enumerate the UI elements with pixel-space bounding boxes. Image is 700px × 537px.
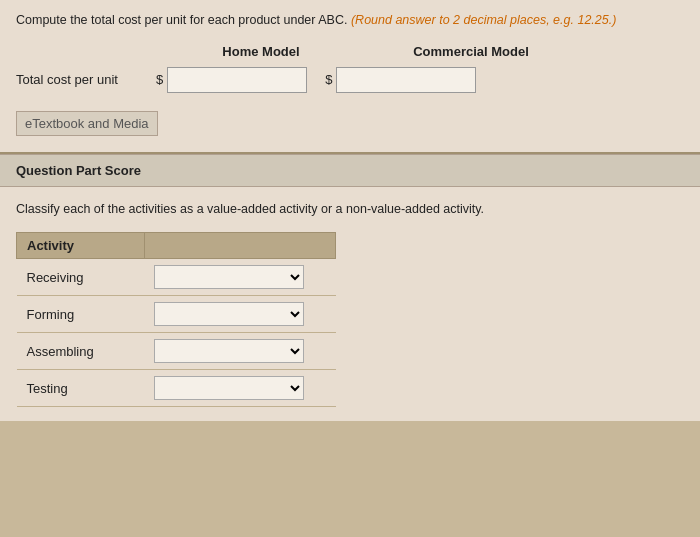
classify-instruction: Classify each of the activities as a val… <box>16 201 684 219</box>
activity-dropdown-cell-2: Value-added activityNon-value-added acti… <box>144 333 335 370</box>
main-instruction: Compute the total cost per unit for each… <box>16 13 347 27</box>
classification-column-header <box>144 233 335 259</box>
cost-label: Total cost per unit <box>16 72 156 87</box>
instruction-text: Compute the total cost per unit for each… <box>16 12 684 30</box>
activity-name-0: Receiving <box>17 259 145 296</box>
activity-name-3: Testing <box>17 370 145 407</box>
activity-select-2[interactable]: Value-added activityNon-value-added acti… <box>154 339 304 363</box>
activity-name-1: Forming <box>17 296 145 333</box>
question-part-score-label: Question Part Score <box>16 163 141 178</box>
commercial-model-input-group: $ <box>325 67 476 93</box>
bottom-section: Classify each of the activities as a val… <box>0 187 700 422</box>
dollar-sign-1: $ <box>156 72 163 87</box>
question-part-score-section: Question Part Score <box>0 154 700 187</box>
table-row: Receiving Value-added activityNon-value-a… <box>17 259 336 296</box>
table-row: Forming Value-added activityNon-value-add… <box>17 296 336 333</box>
activity-table-body: Receiving Value-added activityNon-value-a… <box>17 259 336 407</box>
commercial-model-cost-input[interactable] <box>336 67 476 93</box>
activity-dropdown-cell-1: Value-added activityNon-value-added acti… <box>144 296 335 333</box>
activity-table: Activity Receiving Value-added activityNo… <box>16 232 336 407</box>
activity-dropdown-cell-3: Value-added activityNon-value-added acti… <box>144 370 335 407</box>
cost-row: Total cost per unit $ $ <box>16 67 684 93</box>
top-section: Compute the total cost per unit for each… <box>0 0 700 154</box>
model-headers: Home Model Commercial Model <box>176 44 684 59</box>
activity-column-header: Activity <box>17 233 145 259</box>
activity-select-0[interactable]: Value-added activityNon-value-added acti… <box>154 265 304 289</box>
activity-select-3[interactable]: Value-added activityNon-value-added acti… <box>154 376 304 400</box>
table-row: Assembling Value-added activityNon-value-… <box>17 333 336 370</box>
home-model-input-group: $ <box>156 67 307 93</box>
activity-dropdown-cell-0: Value-added activityNon-value-added acti… <box>144 259 335 296</box>
table-header-row: Activity <box>17 233 336 259</box>
home-model-header: Home Model <box>176 44 346 59</box>
instruction-note: (Round answer to 2 decimal places, e.g. … <box>351 13 616 27</box>
dollar-sign-2: $ <box>325 72 332 87</box>
etextbook-link[interactable]: eTextbook and Media <box>16 111 158 136</box>
activity-name-2: Assembling <box>17 333 145 370</box>
etextbook-label: eTextbook and Media <box>25 116 149 131</box>
commercial-model-header: Commercial Model <box>386 44 556 59</box>
home-model-cost-input[interactable] <box>167 67 307 93</box>
table-row: Testing Value-added activityNon-value-add… <box>17 370 336 407</box>
activity-select-1[interactable]: Value-added activityNon-value-added acti… <box>154 302 304 326</box>
